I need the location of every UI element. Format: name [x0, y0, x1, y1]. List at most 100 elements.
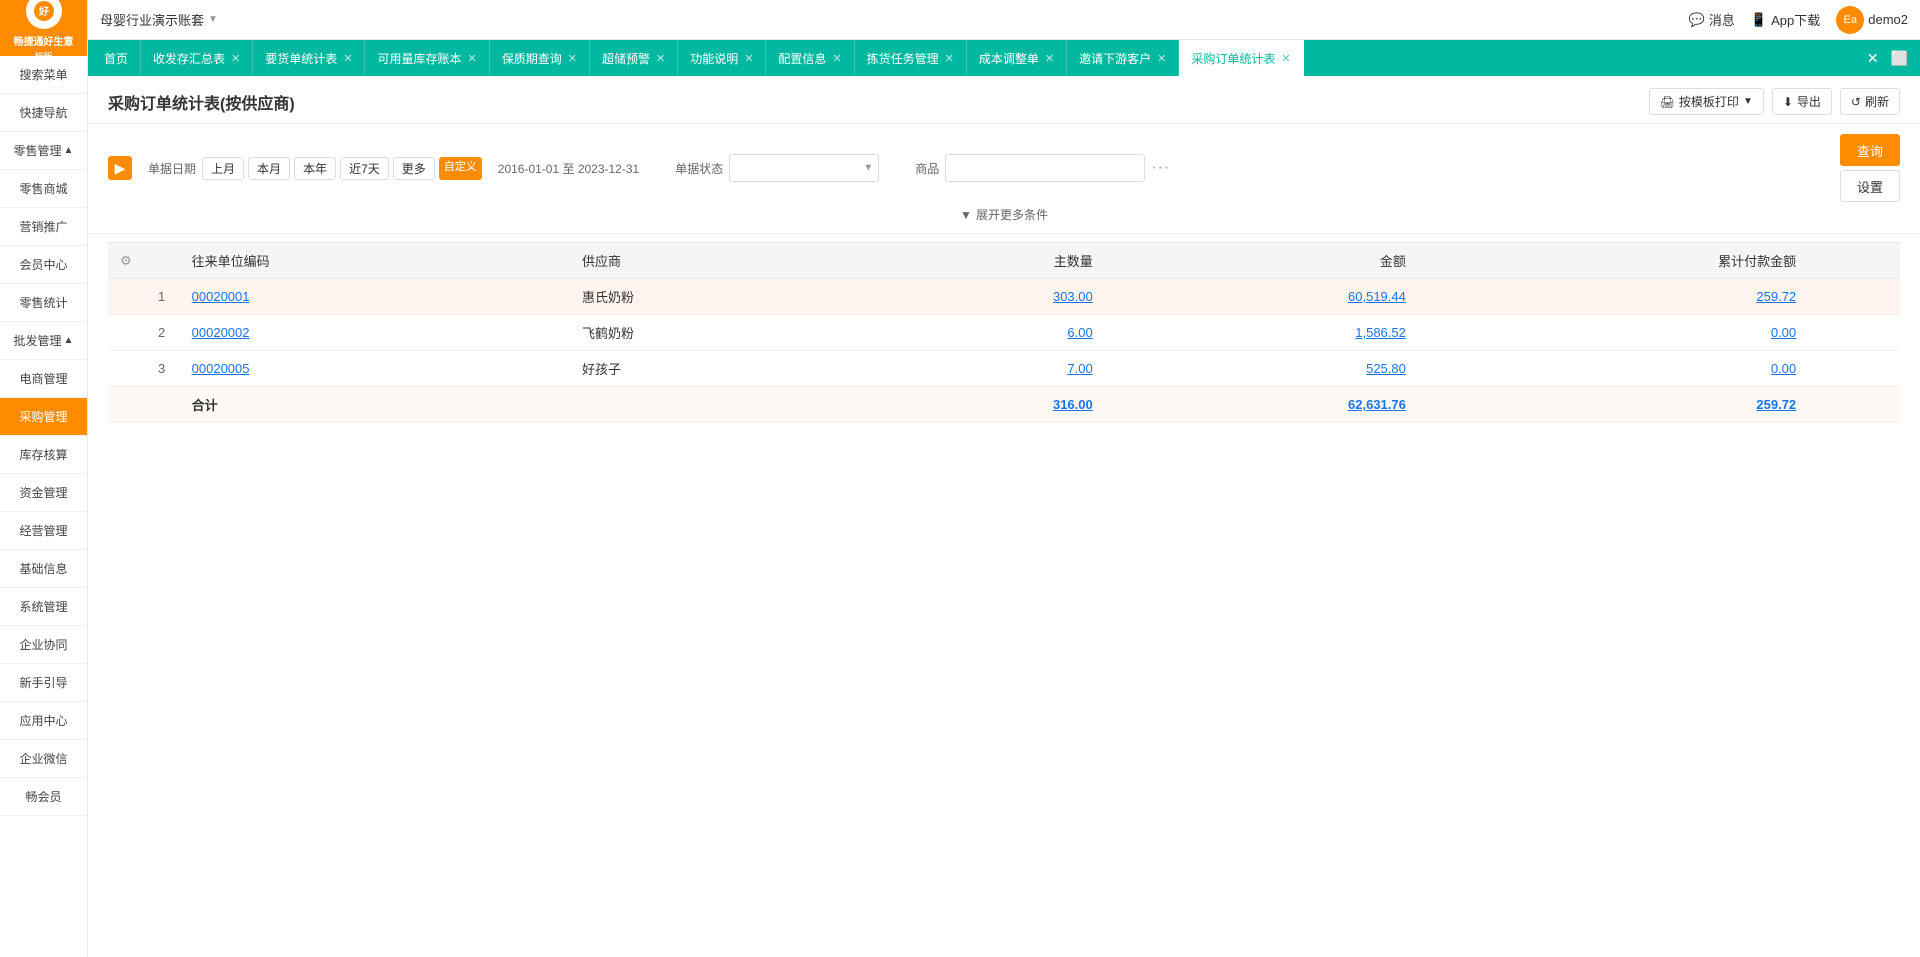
tab-label: 拣货任务管理 — [867, 50, 939, 67]
sidebar-item-4[interactable]: 营销推广 — [0, 208, 87, 246]
row-qty[interactable]: 6.00 — [861, 315, 1105, 351]
sidebar-item-14[interactable]: 系统管理 — [0, 588, 87, 626]
tab-close-icon[interactable]: ✕ — [656, 52, 665, 65]
user-avatar: Ea — [1836, 6, 1864, 34]
print-button[interactable]: 🖨 按模板打印 ▼ — [1649, 88, 1764, 115]
sidebar-item-17[interactable]: 应用中心 — [0, 702, 87, 740]
date-btn-7days[interactable]: 近7天 — [340, 157, 389, 180]
row-index: 1 — [144, 279, 180, 315]
sidebar-item-19[interactable]: 畅会员 — [0, 778, 87, 816]
row-extra — [1808, 351, 1900, 387]
row-paid[interactable]: 0.00 — [1418, 351, 1808, 387]
row-paid[interactable]: 0.00 — [1418, 315, 1808, 351]
sidebar-item-9[interactable]: 采购管理 — [0, 398, 87, 436]
row-settings — [108, 351, 144, 387]
sidebar-item-11[interactable]: 资金管理 — [0, 474, 87, 512]
nav-close-btn[interactable]: ✕ — [1863, 48, 1883, 69]
column-settings-icon[interactable]: ⚙ — [120, 253, 132, 268]
expand-more-btn[interactable]: ▼ 展开更多条件 — [960, 206, 1048, 223]
status-select[interactable] — [729, 154, 879, 182]
nav-tab-4[interactable]: 保质期查询✕ — [490, 40, 590, 76]
date-btn-last-month[interactable]: 上月 — [202, 157, 244, 180]
nav-tab-6[interactable]: 功能说明✕ — [678, 40, 766, 76]
sidebar-item-13[interactable]: 基础信息 — [0, 550, 87, 588]
tab-close-icon[interactable]: ✕ — [568, 52, 577, 65]
footer-label: 合计 — [180, 387, 570, 423]
row-qty[interactable]: 303.00 — [861, 279, 1105, 315]
filter-toggle-button[interactable]: ▶ — [108, 156, 132, 180]
nav-tab-8[interactable]: 拣货任务管理 ✕ — [855, 40, 967, 76]
date-btn-this-year[interactable]: 本年 — [294, 157, 336, 180]
query-button[interactable]: 查询 — [1840, 134, 1900, 166]
sidebar-item-3[interactable]: 零售商城 — [0, 170, 87, 208]
tab-close-icon[interactable]: ✕ — [1281, 52, 1290, 65]
sidebar-item-2[interactable]: 零售管理▲ — [0, 132, 87, 170]
goods-filter-group: 商品 ··· — [915, 154, 1170, 182]
export-button[interactable]: ⬇ 导出 — [1772, 88, 1832, 115]
sidebar-item-label: 系统管理 — [19, 600, 67, 614]
nav-tabs-end: ✕ ⬜ — [1859, 48, 1916, 69]
data-table: ⚙ 往来单位编码 供应商 主数量 金额 累计付款金额 1 00020001 惠氏… — [108, 242, 1900, 423]
sidebar: 好 畅捷通好生意 标版 搜索菜单快捷导航零售管理▲零售商城营销推广会员中心零售统… — [0, 0, 88, 957]
sidebar-item-10[interactable]: 库存核算 — [0, 436, 87, 474]
nav-tab-7[interactable]: 配置信息✕ — [766, 40, 854, 76]
query-btn-group: 查询 设置 — [1840, 134, 1900, 202]
sidebar-item-16[interactable]: 新手引导 — [0, 664, 87, 702]
row-code[interactable]: 00020005 — [180, 351, 570, 387]
sidebar-item-12[interactable]: 经营管理 — [0, 512, 87, 550]
tab-close-icon[interactable]: ✕ — [231, 52, 240, 65]
tab-label: 可用量库存账本 — [377, 50, 461, 67]
date-btn-this-month[interactable]: 本月 — [248, 157, 290, 180]
nav-tab-0[interactable]: 首页 — [92, 40, 141, 76]
sidebar-item-1[interactable]: 快捷导航 — [0, 94, 87, 132]
table-row: 2 00020002 飞鹤奶粉 6.00 1,586.52 0.00 — [108, 315, 1900, 351]
nav-tab-9[interactable]: 成本调整单✕ — [967, 40, 1067, 76]
page-title: 采购订单统计表(按供应商) — [108, 90, 295, 114]
account-dropdown[interactable]: 母婴行业演示账套 ▼ — [100, 10, 218, 29]
sidebar-item-6[interactable]: 零售统计 — [0, 284, 87, 322]
nav-tab-2[interactable]: 要货单统计表✕ — [253, 40, 365, 76]
tab-close-icon[interactable]: ✕ — [744, 52, 753, 65]
page-header-actions: 🖨 按模板打印 ▼ ⬇ 导出 ↺ 刷新 — [1649, 88, 1900, 115]
message-btn[interactable]: 💬 消息 — [1689, 10, 1735, 29]
more-options-btn[interactable]: ··· — [1151, 159, 1170, 177]
filter-area: ▶ 单据日期 上月 本月 本年 近7天 更多 自定义 2016-01-01 至 … — [88, 124, 1920, 234]
sidebar-item-label: 批发管理 — [14, 332, 62, 349]
page-content: 采购订单统计表(按供应商) 🖨 按模板打印 ▼ ⬇ 导出 ↺ 刷新 — [88, 76, 1920, 957]
table-body: 1 00020001 惠氏奶粉 303.00 60,519.44 259.72 … — [108, 279, 1900, 387]
tab-close-icon[interactable]: ✕ — [343, 52, 352, 65]
sidebar-item-18[interactable]: 企业微信 — [0, 740, 87, 778]
app-download-btn[interactable]: 📱 App下载 — [1751, 10, 1820, 29]
row-code[interactable]: 00020001 — [180, 279, 570, 315]
row-amount[interactable]: 1,586.52 — [1105, 315, 1418, 351]
sidebar-item-label: 会员中心 — [19, 258, 67, 272]
row-amount[interactable]: 60,519.44 — [1105, 279, 1418, 315]
arrow-icon: ▲ — [64, 335, 74, 346]
tab-close-icon[interactable]: ✕ — [468, 52, 477, 65]
row-paid[interactable]: 259.72 — [1418, 279, 1808, 315]
nav-tab-3[interactable]: 可用量库存账本 ✕ — [365, 40, 489, 76]
nav-tab-5[interactable]: 超储预警✕ — [590, 40, 678, 76]
tab-close-icon[interactable]: ✕ — [945, 52, 954, 65]
sidebar-item-label: 快捷导航 — [19, 106, 67, 120]
row-code[interactable]: 00020002 — [180, 315, 570, 351]
row-qty[interactable]: 7.00 — [861, 351, 1105, 387]
tab-close-icon[interactable]: ✕ — [832, 52, 841, 65]
tab-close-icon[interactable]: ✕ — [1157, 52, 1166, 65]
tab-label: 采购订单统计表 — [1191, 50, 1275, 67]
sidebar-item-5[interactable]: 会员中心 — [0, 246, 87, 284]
nav-tab-10[interactable]: 邀请下游客户✕ — [1067, 40, 1179, 76]
sidebar-item-8[interactable]: 电商管理 — [0, 360, 87, 398]
nav-tab-1[interactable]: 收发存汇总表✕ — [141, 40, 253, 76]
sidebar-item-15[interactable]: 企业协同 — [0, 626, 87, 664]
user-profile-btn[interactable]: Ea demo2 — [1836, 6, 1908, 34]
nav-expand-btn[interactable]: ⬜ — [1887, 48, 1912, 69]
settings-button[interactable]: 设置 — [1840, 170, 1900, 202]
goods-input[interactable] — [945, 154, 1145, 182]
sidebar-item-7[interactable]: 批发管理▲ — [0, 322, 87, 360]
row-amount[interactable]: 525.80 — [1105, 351, 1418, 387]
tab-close-icon[interactable]: ✕ — [1045, 52, 1054, 65]
date-btn-more[interactable]: 更多 — [393, 157, 435, 180]
refresh-button[interactable]: ↺ 刷新 — [1840, 88, 1900, 115]
nav-tab-11[interactable]: 采购订单统计表 ✕ — [1179, 40, 1303, 76]
